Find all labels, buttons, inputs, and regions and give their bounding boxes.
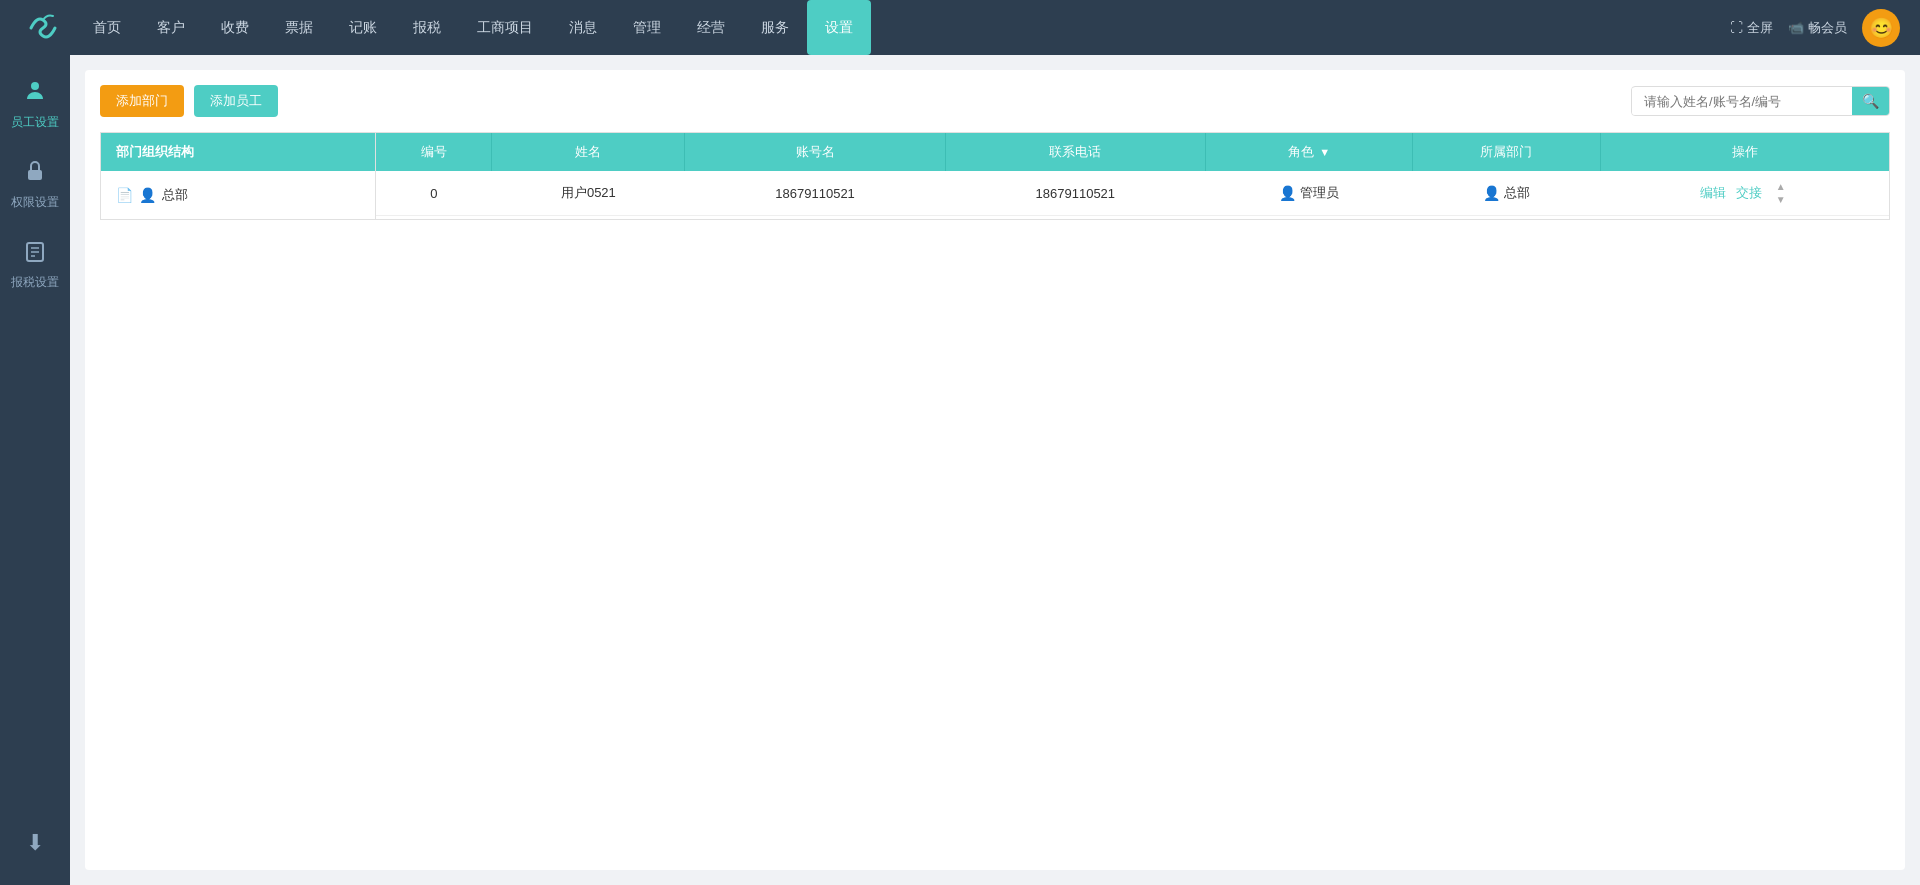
employee-table: 编号 姓名 账号名 联系电话 角色 ▼ 所属部门 操作 [376, 133, 1889, 219]
top-nav: 首页 客户 收费 票据 记账 报税 工商项目 消息 管理 经营 服务 设置 ⛶ … [0, 0, 1920, 55]
download-icon: ⬇ [26, 830, 44, 856]
search-box: 🔍 [1631, 86, 1890, 116]
col-id: 编号 [376, 133, 492, 171]
role-label: 管理员 [1300, 184, 1339, 202]
nav-item-tax[interactable]: 报税 [395, 0, 459, 55]
cell-dept: 👤 总部 [1412, 171, 1600, 216]
col-action: 操作 [1600, 133, 1889, 171]
search-input[interactable] [1632, 88, 1852, 115]
nav-item-customer[interactable]: 客户 [139, 0, 203, 55]
cell-phone: 18679110521 [945, 171, 1205, 216]
nav-items: 首页 客户 收费 票据 记账 报税 工商项目 消息 管理 经营 服务 设置 [75, 0, 1730, 55]
col-dept: 所属部门 [1412, 133, 1600, 171]
row-scroll-arrows: ▲ ▼ [1772, 181, 1790, 205]
dept-cell-icon: 👤 [1483, 185, 1500, 201]
content-card: 添加部门 添加员工 🔍 部门组织结构 📄 👤 总部 [85, 70, 1905, 870]
table-row: 0 用户0521 18679110521 18679110521 👤 管理员 [376, 171, 1889, 216]
edit-action[interactable]: 编辑 [1700, 184, 1726, 202]
nav-item-home[interactable]: 首页 [75, 0, 139, 55]
add-dept-button[interactable]: 添加部门 [100, 85, 184, 117]
scroll-up-arrow[interactable]: ▲ [1776, 181, 1786, 192]
permission-icon [23, 159, 47, 189]
nav-item-service[interactable]: 服务 [743, 0, 807, 55]
dept-node-label: 总部 [162, 186, 188, 204]
sidebar: 员工设置 权限设置 报税设置 ⬇ [0, 55, 70, 885]
search-icon: 🔍 [1862, 93, 1879, 109]
doc-icon: 📄 [116, 187, 133, 203]
sidebar-taxsettings-label: 报税设置 [11, 274, 59, 291]
nav-item-operation[interactable]: 经营 [679, 0, 743, 55]
vip-label: 畅会员 [1808, 19, 1847, 37]
cell-name: 用户0521 [492, 171, 685, 216]
sidebar-item-taxsettings[interactable]: 报税设置 [0, 225, 70, 305]
logo [10, 0, 75, 55]
col-phone: 联系电话 [945, 133, 1205, 171]
add-employee-button[interactable]: 添加员工 [194, 85, 278, 117]
nav-item-billing[interactable]: 收费 [203, 0, 267, 55]
dept-tree-body: 📄 👤 总部 [101, 171, 375, 219]
nav-item-accounting[interactable]: 记账 [331, 0, 395, 55]
vip-icon: 📹 [1788, 20, 1804, 35]
role-icon: 👤 [1279, 185, 1296, 201]
nav-item-message[interactable]: 消息 [551, 0, 615, 55]
employee-icon [23, 79, 47, 109]
dept-tree-header: 部门组织结构 [101, 133, 375, 171]
main-content: 添加部门 添加员工 🔍 部门组织结构 📄 👤 总部 [70, 55, 1920, 885]
nav-item-tickets[interactable]: 票据 [267, 0, 331, 55]
fullscreen-icon: ⛶ [1730, 20, 1743, 35]
sidebar-item-employee[interactable]: 员工设置 [0, 65, 70, 145]
nav-item-settings[interactable]: 设置 [807, 0, 871, 55]
user-avatar[interactable]: 😊 [1862, 9, 1900, 47]
scroll-down-arrow[interactable]: ▼ [1776, 194, 1786, 205]
cell-actions: 编辑 交接 ▲ ▼ [1600, 171, 1889, 216]
col-account: 账号名 [685, 133, 945, 171]
role-filter-icon: ▼ [1319, 146, 1330, 158]
cell-id: 0 [376, 171, 492, 216]
body-layout: 部门组织结构 📄 👤 总部 编号 姓名 账号名 [100, 132, 1890, 220]
dept-cell-label: 总部 [1504, 184, 1530, 202]
transfer-action[interactable]: 交接 [1736, 184, 1762, 202]
toolbar: 添加部门 添加员工 🔍 [100, 85, 1890, 117]
fullscreen-label: 全屏 [1747, 19, 1773, 37]
search-button[interactable]: 🔍 [1852, 87, 1889, 115]
dept-tree: 部门组织结构 📄 👤 总部 [101, 133, 376, 219]
nav-item-management[interactable]: 管理 [615, 0, 679, 55]
sidebar-permission-label: 权限设置 [11, 194, 59, 211]
nav-item-business[interactable]: 工商项目 [459, 0, 551, 55]
nav-right: ⛶ 全屏 📹 畅会员 😊 [1730, 9, 1900, 47]
sidebar-employee-label: 员工设置 [11, 114, 59, 131]
taxsettings-icon [23, 239, 47, 269]
employee-data-table: 编号 姓名 账号名 联系电话 角色 ▼ 所属部门 操作 [376, 133, 1889, 216]
svg-rect-1 [28, 170, 42, 180]
sidebar-item-permission[interactable]: 权限设置 [0, 145, 70, 225]
sidebar-download-btn[interactable]: ⬇ [0, 816, 70, 870]
col-role[interactable]: 角色 ▼ [1205, 133, 1412, 171]
table-header-row: 编号 姓名 账号名 联系电话 角色 ▼ 所属部门 操作 [376, 133, 1889, 171]
cell-role: 👤 管理员 [1205, 171, 1412, 216]
vip-btn[interactable]: 📹 畅会员 [1788, 19, 1847, 37]
dept-node-root[interactable]: 📄 👤 总部 [111, 181, 365, 209]
cell-account: 18679110521 [685, 171, 945, 216]
svg-point-0 [31, 82, 39, 90]
col-name: 姓名 [492, 133, 685, 171]
dept-user-icon: 👤 [139, 187, 156, 203]
fullscreen-btn[interactable]: ⛶ 全屏 [1730, 19, 1773, 37]
